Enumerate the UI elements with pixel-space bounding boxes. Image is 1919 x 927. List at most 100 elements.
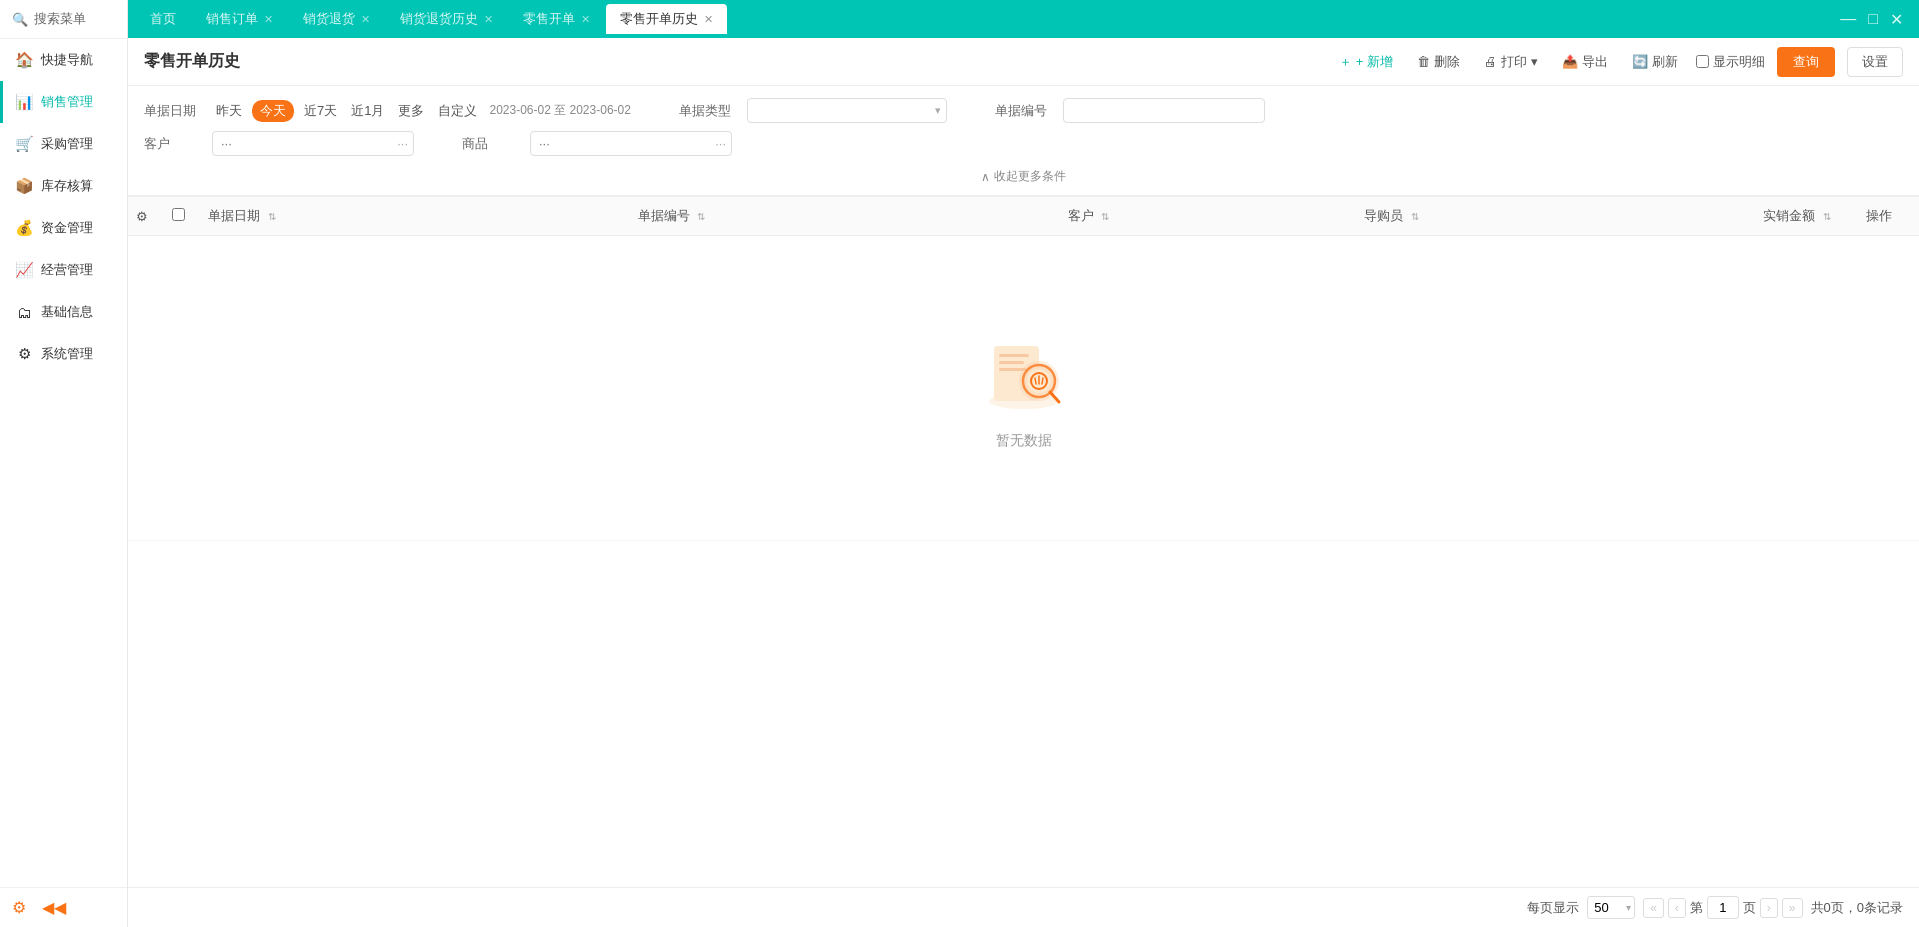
add-label: + 新增 (1356, 53, 1393, 71)
date-label: 单据日期 (144, 102, 204, 120)
sidebar-item-sales-mgmt[interactable]: 📊 销售管理 (0, 81, 127, 123)
th-settings[interactable]: ⚙ (128, 197, 164, 236)
sidebar-item-quick-nav[interactable]: 🏠 快捷导航 (0, 39, 127, 81)
th-actual-amount-label: 实销金额 (1763, 208, 1815, 223)
th-doc-date: 单据日期 ⇅ (200, 197, 630, 236)
close-tab-sales-return-history[interactable]: ✕ (484, 13, 493, 26)
next-page-button[interactable]: › (1760, 898, 1778, 918)
close-button[interactable]: ✕ (1890, 10, 1903, 29)
sidebar-item-inventory[interactable]: 📦 库存核算 (0, 165, 127, 207)
add-button[interactable]: ＋ + 新增 (1333, 49, 1399, 75)
sort-doc-no-icon[interactable]: ⇅ (697, 211, 705, 222)
svg-line-11 (1042, 378, 1043, 384)
show-detail-input[interactable] (1696, 55, 1709, 68)
shortcut-last7days[interactable]: 近7天 (300, 100, 341, 122)
empty-illustration (979, 326, 1069, 416)
shortcut-today[interactable]: 今天 (252, 100, 294, 122)
product-input[interactable] (530, 131, 732, 156)
empty-state-cell: 暂无数据 (128, 236, 1919, 541)
add-icon: ＋ (1339, 53, 1352, 71)
refresh-icon: 🔄 (1632, 54, 1648, 69)
doc-no-label: 单据编号 (995, 102, 1055, 120)
shortcut-last1month[interactable]: 近1月 (347, 100, 388, 122)
close-tab-sales-return[interactable]: ✕ (361, 13, 370, 26)
th-customer-label: 客户 (1068, 208, 1094, 223)
settings-button[interactable]: 设置 (1847, 47, 1903, 77)
shortcut-more[interactable]: 更多 (394, 100, 428, 122)
print-icon: 🖨 (1484, 54, 1497, 69)
doc-no-input[interactable] (1063, 98, 1265, 123)
collapse-up-icon: ∧ (981, 170, 990, 184)
select-all-checkbox[interactable] (172, 208, 185, 221)
shortcut-custom[interactable]: 自定义 (434, 100, 481, 122)
page-number-input[interactable] (1707, 896, 1739, 919)
export-button[interactable]: 📤 导出 (1556, 49, 1614, 75)
empty-text: 暂无数据 (996, 432, 1052, 450)
money-icon: 💰 (15, 219, 33, 237)
close-tab-retail-open[interactable]: ✕ (581, 13, 590, 26)
tab-home-label: 首页 (150, 10, 176, 28)
per-page-label: 每页显示 (1527, 899, 1579, 917)
th-doc-no: 单据编号 ⇅ (630, 197, 1060, 236)
filter-row-1: 单据日期 昨天 今天 近7天 近1月 更多 自定义 2023-06-02 至 2… (144, 98, 1903, 123)
tab-retail-open-history[interactable]: 零售开单历史 ✕ (606, 4, 727, 34)
settings-icon[interactable]: ⚙ (12, 898, 26, 917)
shortcut-yesterday[interactable]: 昨天 (212, 100, 246, 122)
tab-sales-order[interactable]: 销售订单 ✕ (192, 4, 287, 34)
empty-state: 暂无数据 (136, 246, 1911, 530)
th-actions: 操作 (1839, 197, 1919, 236)
home-icon: 🏠 (15, 51, 33, 69)
print-label: 打印 (1501, 53, 1527, 71)
show-detail-checkbox[interactable]: 显示明细 (1696, 53, 1765, 71)
page-label: 第 (1690, 899, 1703, 917)
column-settings-icon[interactable]: ⚙ (136, 209, 148, 224)
sidebar-item-operations[interactable]: 📈 经营管理 (0, 249, 127, 291)
close-tab-sales-order[interactable]: ✕ (264, 13, 273, 26)
svg-rect-2 (999, 354, 1029, 357)
sort-salesperson-icon[interactable]: ⇅ (1411, 211, 1419, 222)
window-controls: — □ ✕ (1840, 10, 1911, 29)
tab-sales-return-history[interactable]: 销货退货历史 ✕ (386, 4, 507, 34)
tab-retail-open[interactable]: 零售开单 ✕ (509, 4, 604, 34)
sort-doc-date-icon[interactable]: ⇅ (268, 211, 276, 222)
doc-type-select[interactable] (747, 98, 947, 123)
tab-sales-return[interactable]: 销货退货 ✕ (289, 4, 384, 34)
th-salesperson-label: 导购员 (1364, 208, 1403, 223)
close-tab-retail-open-history[interactable]: ✕ (704, 13, 713, 26)
sidebar-item-system-mgmt[interactable]: ⚙ 系统管理 (0, 333, 127, 375)
query-button[interactable]: 查询 (1777, 47, 1835, 77)
tab-sales-return-label: 销货退货 (303, 10, 355, 28)
page-size-wrap: 50 10 20 100 (1587, 896, 1635, 919)
pagination-bar: 每页显示 50 10 20 100 « ‹ 第 页 › » 共0页，0条记录 (128, 887, 1919, 927)
first-page-button[interactable]: « (1643, 898, 1664, 918)
print-button[interactable]: 🖨 打印 ▾ (1478, 49, 1544, 75)
sidebar-item-basic-info[interactable]: 🗂 基础信息 (0, 291, 127, 333)
box-icon: 📦 (15, 177, 33, 195)
last-page-button[interactable]: » (1782, 898, 1803, 918)
collapse-filter-btn[interactable]: ∧ 收起更多条件 (144, 164, 1903, 187)
collapse-sidebar-icon[interactable]: ◀◀ (42, 898, 66, 917)
sort-customer-icon[interactable]: ⇅ (1101, 211, 1109, 222)
empty-state-row: 暂无数据 (128, 236, 1919, 541)
tab-bar: 首页 销售订单 ✕ 销货退货 ✕ 销货退货历史 ✕ 零售开单 ✕ 零售开单历史 … (128, 0, 1919, 38)
refresh-button[interactable]: 🔄 刷新 (1626, 49, 1684, 75)
delete-button[interactable]: 🗑 删除 (1411, 49, 1466, 75)
sort-actual-amount-icon[interactable]: ⇅ (1823, 211, 1831, 222)
prev-page-button[interactable]: ‹ (1668, 898, 1686, 918)
sidebar-search[interactable]: 🔍 搜索菜单 (0, 0, 127, 39)
tab-home[interactable]: 首页 (136, 4, 190, 34)
tab-sales-return-history-label: 销货退货历史 (400, 10, 478, 28)
th-doc-no-label: 单据编号 (638, 208, 690, 223)
folder-icon: 🗂 (15, 304, 33, 321)
print-arrow-icon: ▾ (1531, 54, 1538, 69)
cart-icon: 🛒 (15, 135, 33, 153)
minimize-button[interactable]: — (1840, 10, 1856, 28)
th-checkbox[interactable] (164, 197, 200, 236)
sidebar-item-purchase-mgmt[interactable]: 🛒 采购管理 (0, 123, 127, 165)
customer-input[interactable] (212, 131, 414, 156)
sidebar-item-label: 资金管理 (41, 219, 93, 237)
maximize-button[interactable]: □ (1868, 10, 1878, 28)
search-icon: 🔍 (12, 12, 28, 27)
sidebar-item-finance[interactable]: 💰 资金管理 (0, 207, 127, 249)
page-size-select[interactable]: 50 10 20 100 (1587, 896, 1635, 919)
